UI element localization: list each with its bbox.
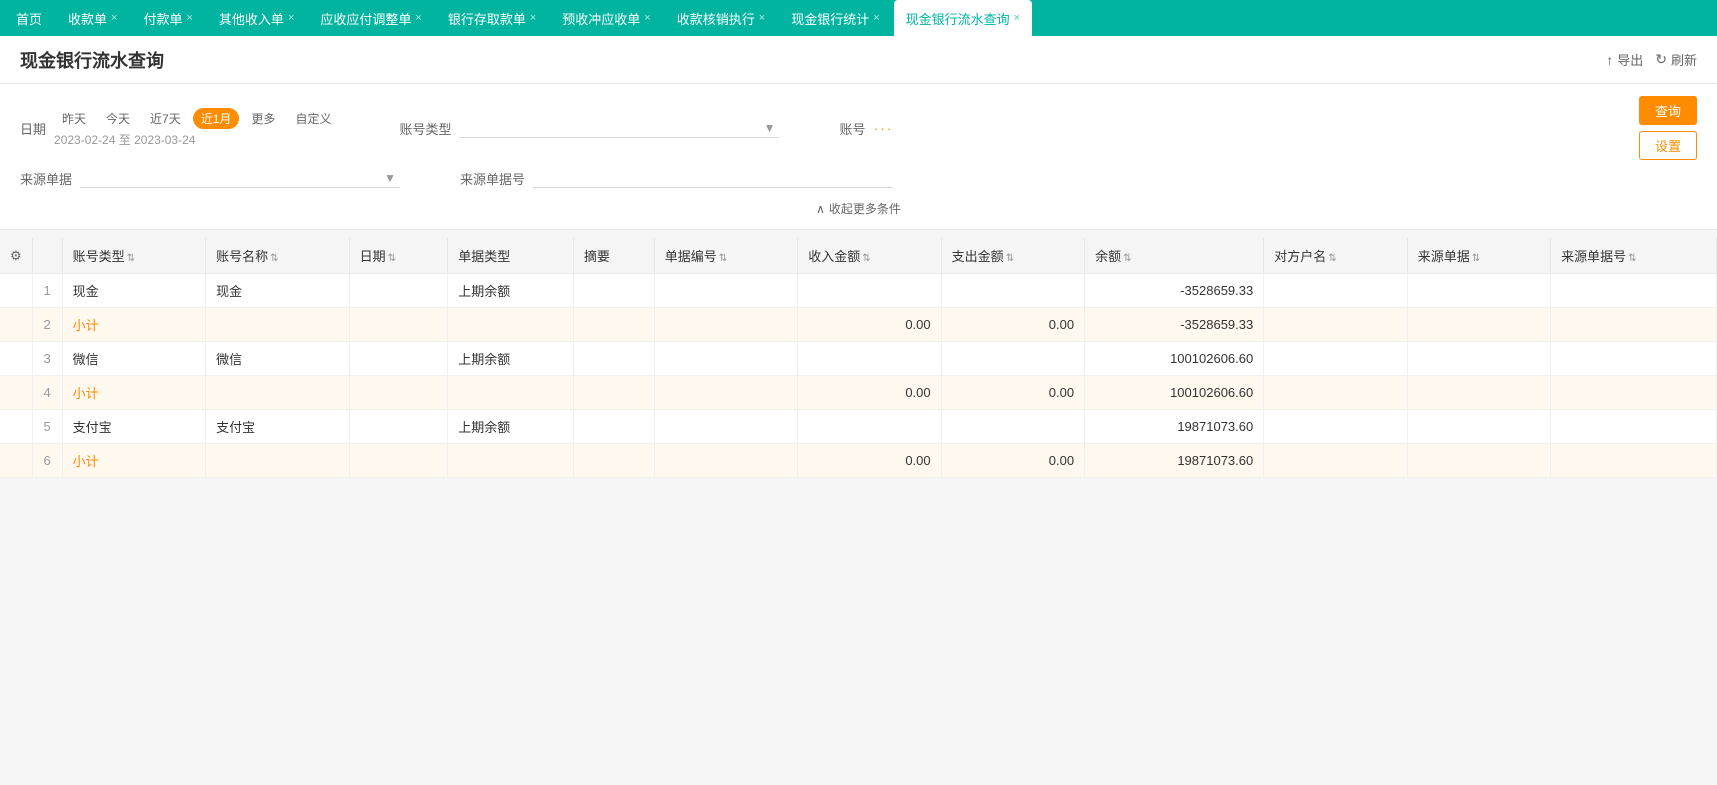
account-type-label: 账号类型 — [399, 119, 451, 138]
close-icon[interactable]: × — [415, 12, 421, 24]
th-date[interactable]: 日期⇅ — [349, 238, 448, 274]
source-doc-select[interactable]: ▼ — [80, 169, 400, 188]
table-header-row: ⚙ 账号类型⇅ 账号名称⇅ 日期⇅ 单据类型 摘要 单据编号⇅ — [0, 238, 1717, 274]
th-row-num — [32, 238, 62, 274]
account-filter: 账号 ··· — [839, 119, 893, 138]
sort-icon: ⇅ — [862, 253, 870, 264]
sort-icon: ⇅ — [388, 253, 396, 264]
sort-icon: ⇅ — [1006, 253, 1014, 264]
source-doc-num-input[interactable] — [533, 168, 893, 188]
account-type-filter: 账号类型 ▼ — [399, 119, 779, 138]
nav-payment[interactable]: 付款单 × — [131, 0, 204, 36]
th-counterpart[interactable]: 对方户名⇅ — [1264, 238, 1407, 274]
page-header: 现金银行流水查询 ↑ 导出 ↻ 刷新 — [0, 36, 1717, 84]
th-account-name[interactable]: 账号名称⇅ — [206, 238, 349, 274]
sort-icon: ⇅ — [1123, 253, 1131, 264]
query-button[interactable]: 查询 — [1639, 96, 1697, 125]
date-filter: 日期 昨天 今天 近7天 近1月 更多 自定义 2023-02-24 至 202… — [20, 108, 339, 148]
date-label: 日期 — [20, 119, 46, 138]
th-source-doc-no[interactable]: 来源单据号⇅ — [1551, 238, 1717, 274]
table-row[interactable]: 5支付宝支付宝上期余额19871073.60 — [0, 410, 1717, 444]
sort-icon: ⇅ — [1328, 253, 1336, 264]
table-container: ⚙ 账号类型⇅ 账号名称⇅ 日期⇅ 单据类型 摘要 单据编号⇅ — [0, 238, 1717, 478]
table-row[interactable]: 4小计0.000.00100102606.60 — [0, 376, 1717, 410]
date-options: 昨天 今天 近7天 近1月 更多 自定义 — [54, 108, 339, 129]
page-title: 现金银行流水查询 — [20, 47, 164, 73]
nav-receipt[interactable]: 收款单 × — [56, 0, 129, 36]
th-summary[interactable]: 摘要 — [573, 238, 654, 274]
th-source-doc[interactable]: 来源单据⇅ — [1407, 238, 1550, 274]
nav-adjustment[interactable]: 应收应付调整单 × — [308, 0, 433, 36]
settings-button[interactable]: 设置 — [1639, 131, 1697, 160]
date-yesterday-btn[interactable]: 昨天 — [54, 108, 94, 129]
th-account-type[interactable]: 账号类型⇅ — [62, 238, 205, 274]
nav-verification[interactable]: 收款核销执行 × — [665, 0, 777, 36]
source-doc-label: 来源单据 — [20, 169, 72, 188]
source-doc-filter: 来源单据 ▼ — [20, 169, 400, 188]
header-actions: ↑ 导出 ↻ 刷新 — [1606, 50, 1697, 69]
filter-row-1: 日期 昨天 今天 近7天 近1月 更多 自定义 2023-02-24 至 202… — [20, 96, 1697, 160]
close-icon[interactable]: × — [644, 12, 650, 24]
nav-prepaid[interactable]: 预收冲应收单 × — [550, 0, 662, 36]
data-table: ⚙ 账号类型⇅ 账号名称⇅ 日期⇅ 单据类型 摘要 单据编号⇅ — [0, 238, 1717, 478]
source-doc-num-label: 来源单据号 — [460, 169, 525, 188]
date-range-display: 2023-02-24 至 2023-03-24 — [54, 131, 339, 148]
source-doc-num-filter: 来源单据号 — [460, 168, 893, 188]
filter-area: 日期 昨天 今天 近7天 近1月 更多 自定义 2023-02-24 至 202… — [0, 84, 1717, 230]
sort-icon: ⇅ — [270, 253, 278, 264]
top-nav: 首页 收款单 × 付款单 × 其他收入单 × 应收应付调整单 × 银行存取款单 … — [0, 0, 1717, 36]
more-options-icon[interactable]: ··· — [873, 120, 893, 136]
date-7days-btn[interactable]: 近7天 — [142, 108, 189, 129]
close-icon[interactable]: × — [759, 12, 765, 24]
collapse-bar[interactable]: ∧ 收起更多条件 — [20, 196, 1697, 221]
date-today-btn[interactable]: 今天 — [98, 108, 138, 129]
th-income[interactable]: 收入金额⇅ — [798, 238, 941, 274]
table-row[interactable]: 3微信微信上期余额100102606.60 — [0, 342, 1717, 376]
refresh-icon: ↻ — [1655, 51, 1667, 68]
close-icon[interactable]: × — [186, 12, 192, 24]
nav-cash-stats[interactable]: 现金银行统计 × — [779, 0, 891, 36]
export-button[interactable]: ↑ 导出 — [1606, 50, 1643, 69]
nav-cash-flow-query[interactable]: 现金银行流水查询 × — [894, 0, 1032, 36]
sort-icon: ⇅ — [719, 253, 727, 264]
th-balance[interactable]: 余额⇅ — [1085, 238, 1264, 274]
chevron-up-icon: ∧ — [816, 202, 825, 216]
close-icon[interactable]: × — [1014, 12, 1020, 24]
close-icon[interactable]: × — [873, 12, 879, 24]
chevron-down-icon: ▼ — [764, 121, 776, 135]
filter-row-2: 来源单据 ▼ 来源单据号 — [20, 168, 1697, 188]
table-body: 1现金现金上期余额-3528659.332小计0.000.00-3528659.… — [0, 274, 1717, 478]
table-row[interactable]: 2小计0.000.00-3528659.33 — [0, 308, 1717, 342]
th-doc-no[interactable]: 单据编号⇅ — [654, 238, 797, 274]
refresh-button[interactable]: ↻ 刷新 — [1655, 50, 1697, 69]
nav-other-income[interactable]: 其他收入单 × — [207, 0, 306, 36]
action-buttons: 查询 设置 — [1639, 96, 1697, 160]
sort-icon: ⇅ — [1628, 253, 1636, 264]
close-icon[interactable]: × — [288, 12, 294, 24]
close-icon[interactable]: × — [111, 12, 117, 24]
table-row[interactable]: 1现金现金上期余额-3528659.33 — [0, 274, 1717, 308]
date-1month-btn[interactable]: 近1月 — [193, 108, 240, 129]
th-doc-type[interactable]: 单据类型 — [448, 238, 574, 274]
close-icon[interactable]: × — [530, 12, 536, 24]
account-label: 账号 — [839, 119, 865, 138]
table-row[interactable]: 6小计0.000.0019871073.60 — [0, 444, 1717, 478]
sort-icon: ⇅ — [1472, 253, 1480, 264]
sort-icon: ⇅ — [127, 253, 135, 264]
account-type-select[interactable]: ▼ — [459, 119, 779, 138]
nav-home[interactable]: 首页 — [4, 0, 54, 36]
date-more-btn[interactable]: 更多 — [243, 108, 283, 129]
export-icon: ↑ — [1606, 52, 1613, 68]
nav-bank-deposit[interactable]: 银行存取款单 × — [436, 0, 548, 36]
chevron-down-icon: ▼ — [384, 171, 396, 185]
date-custom-btn[interactable]: 自定义 — [287, 108, 339, 129]
th-settings[interactable]: ⚙ — [0, 238, 32, 274]
th-expense[interactable]: 支出金额⇅ — [941, 238, 1084, 274]
